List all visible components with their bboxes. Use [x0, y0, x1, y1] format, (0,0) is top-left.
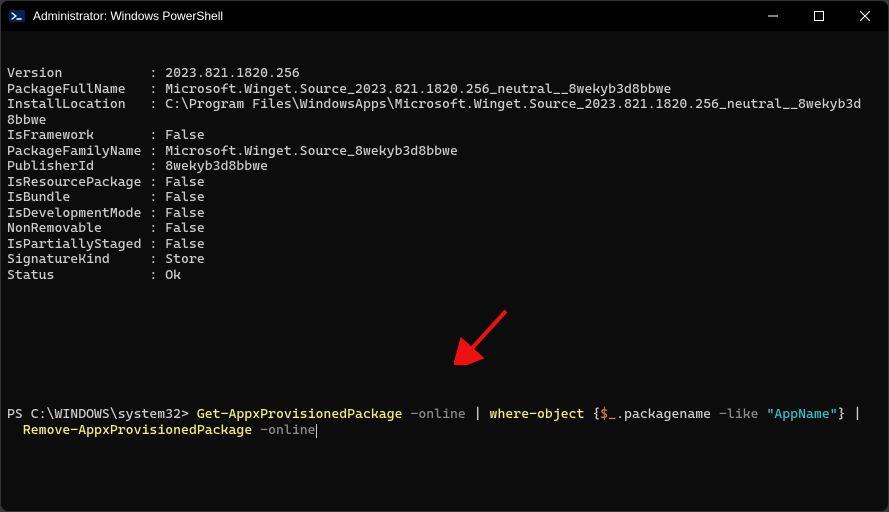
- window-title: Administrator: Windows PowerShell: [33, 9, 223, 23]
- command-token: } |: [838, 406, 862, 422]
- output-row: NonRemovable : False: [7, 221, 882, 237]
- output-row: IsBundle : False: [7, 190, 882, 206]
- command-token: Remove-AppxProvisionedPackage: [23, 422, 252, 438]
- command-token: .packagename: [616, 406, 719, 422]
- command-token: [252, 422, 260, 438]
- command-token: [15, 422, 23, 438]
- terminal-body[interactable]: Version : 2023.821.1820.256PackageFullNa…: [1, 31, 888, 511]
- output-row: PackageFullName : Microsoft.Winget.Sourc…: [7, 82, 882, 98]
- command-token: -online: [260, 422, 315, 438]
- command-token: -online: [410, 406, 465, 422]
- continuation-indent: [7, 422, 15, 438]
- cursor: [316, 424, 317, 438]
- window-controls: [750, 1, 888, 31]
- powershell-window: Administrator: Windows PowerShell Versio…: [0, 0, 889, 512]
- output-block: Version : 2023.821.1820.256PackageFullNa…: [7, 66, 882, 283]
- command-token: $_: [600, 406, 616, 422]
- maximize-button[interactable]: [796, 1, 842, 31]
- command-token: {: [584, 406, 600, 422]
- command-token: |: [466, 406, 490, 422]
- title-left: Administrator: Windows PowerShell: [9, 8, 223, 24]
- command-token: where-object: [490, 406, 585, 422]
- output-row-wrap: 8bbwe: [7, 113, 882, 129]
- minimize-button[interactable]: [750, 1, 796, 31]
- output-row: InstallLocation : C:\Program Files\Windo…: [7, 97, 882, 113]
- command-token: -like: [719, 406, 759, 422]
- output-row: Version : 2023.821.1820.256: [7, 66, 882, 82]
- output-row: PackageFamilyName : Microsoft.Winget.Sou…: [7, 144, 882, 160]
- output-row: PublisherId : 8wekyb3d8bbwe: [7, 159, 882, 175]
- output-row: Status : Ok: [7, 268, 882, 284]
- powershell-icon: [9, 8, 25, 24]
- output-row: IsDevelopmentMode : False: [7, 206, 882, 222]
- command-token: Get-AppxProvisionedPackage: [197, 406, 403, 422]
- titlebar[interactable]: Administrator: Windows PowerShell: [1, 1, 888, 31]
- output-row: IsPartiallyStaged : False: [7, 237, 882, 253]
- output-row: SignatureKind : Store: [7, 252, 882, 268]
- output-row: IsResourcePackage : False: [7, 175, 882, 191]
- command-token: "AppName": [766, 406, 837, 422]
- output-row: IsFramework : False: [7, 128, 882, 144]
- prompt-prefix: PS C:\WINDOWS\system32>: [7, 406, 197, 422]
- close-button[interactable]: [842, 1, 888, 31]
- prompt-line[interactable]: PS C:\WINDOWS\system32> Get-AppxProvisio…: [7, 407, 882, 438]
